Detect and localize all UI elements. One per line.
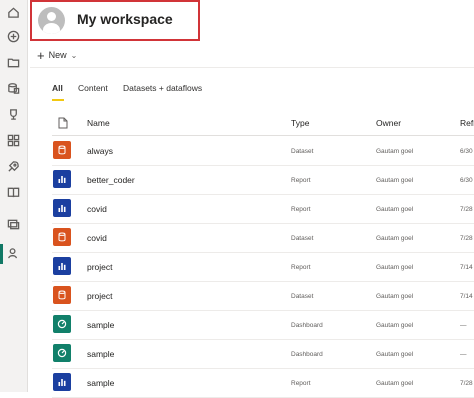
item-refreshed: 7/28: [460, 206, 473, 213]
column-header-refreshed[interactable]: Refr: [460, 111, 474, 135]
item-type: Report: [291, 380, 311, 387]
chevron-down-icon: ⌄: [70, 50, 78, 60]
item-name-link[interactable]: better_coder: [87, 166, 135, 195]
workspaces-icon[interactable]: [5, 216, 22, 233]
tab-datasets-dataflows[interactable]: Datasets + dataflows: [123, 83, 202, 93]
item-type: Dataset: [291, 293, 314, 300]
item-refreshed: 7/14: [460, 293, 473, 300]
item-owner: Gautam goel: [376, 351, 414, 358]
deployment-icon[interactable]: [5, 158, 22, 175]
item-refreshed: 6/30: [460, 148, 473, 155]
left-nav-rail: [0, 0, 28, 392]
column-header-type[interactable]: Type: [291, 111, 309, 135]
new-button[interactable]: + New ⌄: [37, 47, 77, 63]
dataset-icon: [53, 141, 71, 159]
active-nav-indicator: [0, 244, 3, 264]
item-refreshed: —: [460, 322, 467, 329]
item-type: Report: [291, 177, 311, 184]
learn-icon[interactable]: [5, 184, 22, 201]
new-button-label: New: [48, 50, 67, 60]
table-row[interactable]: covid Report Gautam goel 7/28: [30, 195, 474, 224]
item-type: Dashboard: [291, 322, 323, 329]
home-icon[interactable]: [5, 4, 22, 21]
item-name-link[interactable]: covid: [87, 195, 107, 224]
dataset-icon: [53, 228, 71, 246]
item-type: Dataset: [291, 235, 314, 242]
table-row[interactable]: sample Dashboard Gautam goel —: [30, 340, 474, 369]
avatar: [38, 7, 65, 34]
item-owner: Gautam goel: [376, 322, 414, 329]
item-refreshed: 6/30: [460, 177, 473, 184]
table-row[interactable]: project Report Gautam goel 7/14: [30, 253, 474, 282]
item-name-link[interactable]: project: [87, 253, 113, 282]
item-refreshed: 7/28: [460, 380, 473, 387]
dataset-icon: [53, 286, 71, 304]
item-owner: Gautam goel: [376, 235, 414, 242]
item-type: Report: [291, 206, 311, 213]
column-header-owner[interactable]: Owner: [376, 111, 401, 135]
active-tab-underline: [52, 99, 64, 101]
tab-all[interactable]: All: [52, 83, 63, 93]
table-row[interactable]: sample Report Gautam goel 7/28: [30, 369, 474, 398]
data-hub-icon[interactable]: [5, 80, 22, 97]
table-row[interactable]: better_coder Report Gautam goel 6/30: [30, 166, 474, 195]
item-name-link[interactable]: always: [87, 137, 113, 166]
item-type: Dataset: [291, 148, 314, 155]
browse-icon[interactable]: [5, 54, 22, 71]
report-icon: [53, 170, 71, 188]
my-workspace-icon[interactable]: [5, 245, 22, 262]
item-owner: Gautam goel: [376, 264, 414, 271]
report-icon: [53, 373, 71, 391]
item-owner: Gautam goel: [376, 148, 414, 155]
item-type: Dashboard: [291, 351, 323, 358]
apps-icon[interactable]: [5, 132, 22, 149]
item-refreshed: 7/14: [460, 264, 473, 271]
item-type: Report: [291, 264, 311, 271]
toolbar-divider: [30, 67, 474, 68]
create-icon[interactable]: [5, 28, 22, 45]
item-name-link[interactable]: project: [87, 282, 113, 311]
item-owner: Gautam goel: [376, 380, 414, 387]
item-name-link[interactable]: sample: [87, 369, 114, 398]
table-row[interactable]: sample Dashboard Gautam goel —: [30, 311, 474, 340]
item-name-link[interactable]: sample: [87, 340, 114, 369]
file-type-column-icon: [58, 111, 68, 135]
workspace-header: My workspace: [30, 0, 200, 41]
column-header-name[interactable]: Name: [87, 111, 110, 135]
plus-icon: +: [37, 47, 45, 63]
goals-icon[interactable]: [5, 106, 22, 123]
dashboard-icon: [53, 315, 71, 333]
item-owner: Gautam goel: [376, 177, 414, 184]
page-title: My workspace: [77, 11, 173, 27]
table-row[interactable]: covid Dataset Gautam goel 7/28: [30, 224, 474, 253]
item-name-link[interactable]: covid: [87, 224, 107, 253]
tab-content[interactable]: Content: [78, 83, 108, 93]
report-icon: [53, 199, 71, 217]
header-divider: [52, 135, 474, 136]
item-owner: Gautam goel: [376, 293, 414, 300]
table-row[interactable]: project Dataset Gautam goel 7/14: [30, 282, 474, 311]
item-owner: Gautam goel: [376, 206, 414, 213]
dashboard-icon: [53, 344, 71, 362]
item-name-link[interactable]: sample: [87, 311, 114, 340]
item-refreshed: 7/28: [460, 235, 473, 242]
table-row[interactable]: always Dataset Gautam goel 6/30: [30, 137, 474, 166]
item-refreshed: —: [460, 351, 467, 358]
report-icon: [53, 257, 71, 275]
